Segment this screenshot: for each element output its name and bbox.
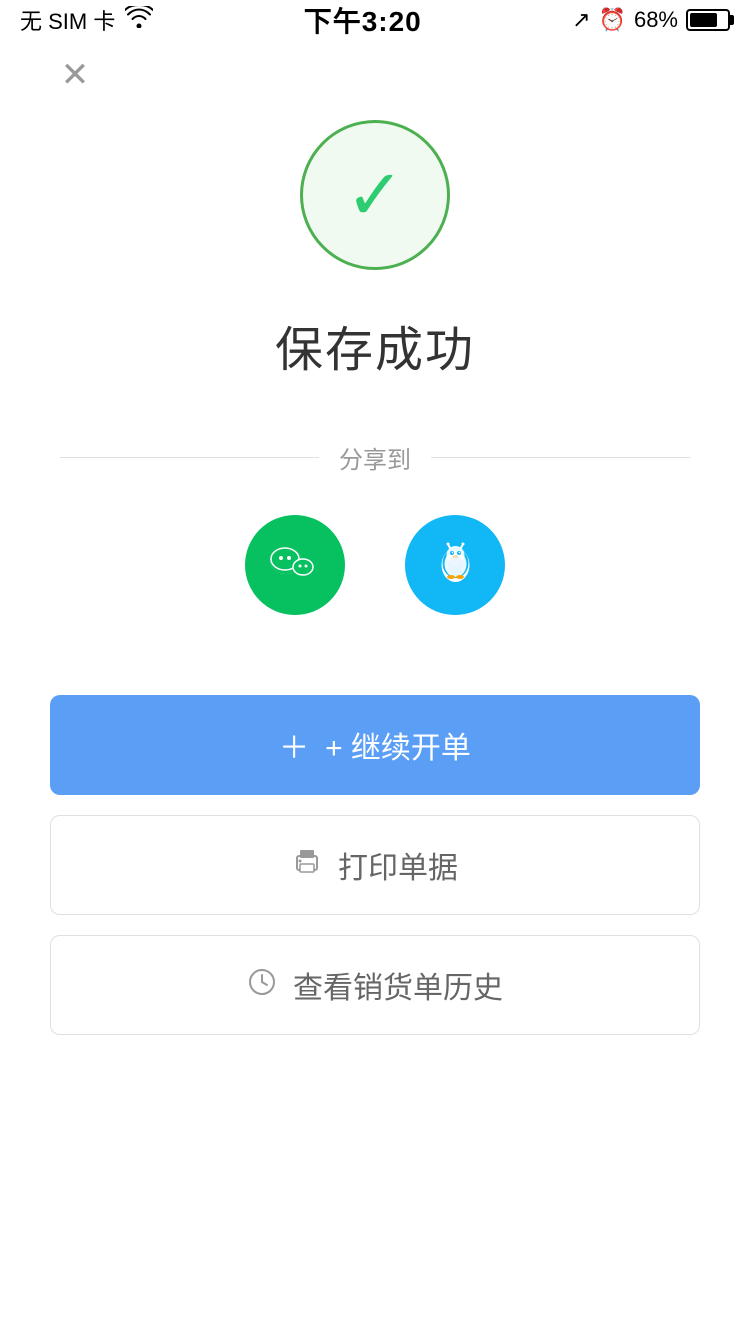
qq-share-button[interactable] xyxy=(405,515,505,615)
plus-icon: ＋ xyxy=(279,723,309,767)
share-label: 分享到 xyxy=(319,440,431,475)
divider-left xyxy=(60,457,319,458)
wechat-icon xyxy=(265,535,325,595)
history-label: 查看销货单历史 xyxy=(293,963,503,1007)
qq-icon xyxy=(428,538,483,593)
alarm-icon: ⏰ xyxy=(599,7,626,33)
actions-container: ＋ + 继续开单 打印单据 查看销货单历 xyxy=(0,655,750,1035)
continue-label: + 继续开单 xyxy=(325,723,471,767)
share-divider: 分享到 xyxy=(0,440,750,475)
history-button[interactable]: 查看销货单历史 xyxy=(50,935,700,1035)
share-icons-container xyxy=(0,515,750,615)
battery-icon xyxy=(686,9,730,31)
success-title: 保存成功 xyxy=(275,310,475,380)
continue-button[interactable]: ＋ + 继续开单 xyxy=(50,695,700,795)
status-bar: 无 SIM 卡 下午3:20 ↗ ⏰ 68% xyxy=(0,0,750,40)
location-icon: ↗ xyxy=(572,7,590,33)
close-icon: ✕ xyxy=(61,55,90,95)
status-right: ↗ ⏰ 68% xyxy=(572,7,730,33)
close-button[interactable]: ✕ xyxy=(50,50,100,100)
divider-right xyxy=(431,457,690,458)
battery-percent: 68% xyxy=(634,7,678,33)
print-label: 打印单据 xyxy=(338,843,458,887)
status-left: 无 SIM 卡 xyxy=(20,4,153,36)
print-icon xyxy=(292,848,322,883)
print-button[interactable]: 打印单据 xyxy=(50,815,700,915)
no-sim-text: 无 SIM 卡 xyxy=(20,4,115,36)
success-circle: ✓ xyxy=(300,120,450,270)
history-icon xyxy=(247,967,277,1004)
main-content: ✓ 保存成功 分享到 xyxy=(0,40,750,1035)
share-section: 分享到 xyxy=(0,440,750,615)
wifi-icon xyxy=(125,6,153,34)
status-time: 下午3:20 xyxy=(304,0,422,40)
checkmark-icon: ✓ xyxy=(346,160,405,230)
wechat-share-button[interactable] xyxy=(245,515,345,615)
